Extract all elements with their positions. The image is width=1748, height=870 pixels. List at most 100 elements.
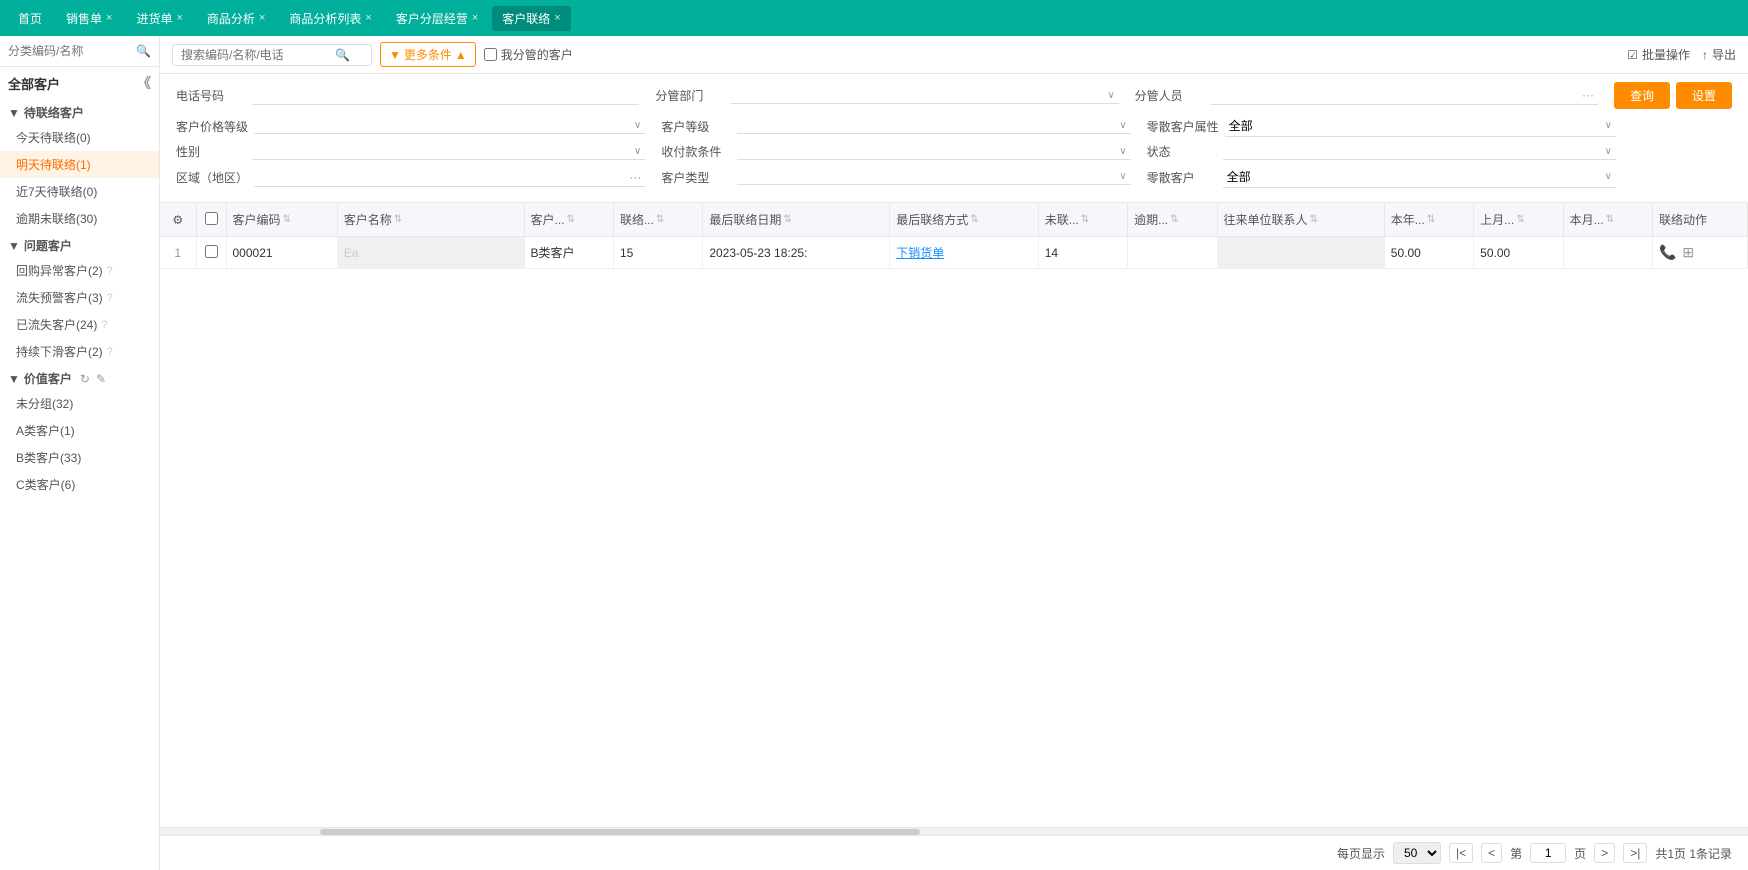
value-toggle-icon[interactable]: ▼ [8, 372, 20, 386]
first-page-btn[interactable]: |< [1449, 843, 1473, 863]
unit-sort-icon[interactable]: ⇅ [1310, 214, 1318, 225]
dept-select[interactable]: ∨ [731, 88, 1118, 104]
checkbox-icon: ☑ [1627, 48, 1638, 62]
col-checkbox[interactable] [196, 203, 226, 237]
overdue-sort-icon[interactable]: ⇅ [1170, 214, 1178, 225]
retail-attr-select[interactable]: 全部 ∨ [1225, 115, 1616, 137]
last-month-sort-icon[interactable]: ⇅ [1516, 214, 1524, 225]
contacts-sort-icon[interactable]: ⇅ [656, 214, 664, 225]
sidebar-item-abnormal[interactable]: 回购异常客户(2) ? [0, 257, 159, 284]
manager-label: 分管人员 [1135, 87, 1205, 104]
value-edit-icon[interactable]: ✎ [96, 372, 106, 386]
method-sort-icon[interactable]: ⇅ [970, 214, 978, 225]
cell-type: B类客户 [524, 237, 613, 269]
batch-op-btn[interactable]: ☑ 批量操作 [1627, 46, 1690, 63]
my-customers-checkbox[interactable] [484, 48, 497, 61]
sidebar-item-7days[interactable]: 近7天待联络(0) [0, 178, 159, 205]
value-refresh-icon[interactable]: ↻ [80, 372, 90, 386]
table-row: 1 000021 Ea B类客户 [160, 237, 1748, 269]
filter-search-icon[interactable]: 🔍 [335, 48, 350, 62]
filter-retail-attr: 零散客户属性 全部 ∨ [1147, 115, 1616, 137]
phone-input[interactable] [252, 86, 639, 105]
action-call-icon[interactable]: 📞 [1659, 244, 1676, 261]
uncontacted-sort-icon[interactable]: ⇅ [1081, 214, 1089, 225]
sidebar-search-input[interactable] [8, 44, 132, 58]
nav-home[interactable]: 首页 [8, 6, 52, 31]
nav-product-analysis[interactable]: 商品分析 × [197, 6, 275, 31]
sidebar-item-a-class[interactable]: A类客户(1) [0, 417, 159, 444]
filter-more-btn[interactable]: ▼ 更多条件 ▲ [380, 42, 476, 67]
filter-customer-type: 客户类型 ∨ [661, 169, 1130, 186]
sidebar-item-tomorrow[interactable]: 明天待联络(1) [0, 151, 159, 178]
sidebar-all-customers[interactable]: 全部客户 《 [0, 67, 159, 99]
query-button[interactable]: 查询 [1614, 82, 1670, 109]
sidebar-search-icon[interactable]: 🔍 [136, 44, 151, 58]
type-sort-icon[interactable]: ⇅ [567, 214, 575, 225]
price-level-select[interactable]: ∨ [254, 118, 645, 134]
next-page-btn[interactable]: > [1594, 843, 1615, 863]
page-label: 第 [1510, 845, 1522, 862]
horizontal-scrollbar[interactable] [160, 827, 1748, 835]
nav-customer-contact-close[interactable]: × [554, 12, 560, 24]
filter-payment: 收付款条件 ∨ [661, 143, 1130, 160]
payment-label: 收付款条件 [661, 143, 731, 160]
settings-button[interactable]: 设置 [1676, 82, 1732, 109]
dept-label: 分管部门 [655, 87, 725, 104]
col-contacts: 联络...⇅ [613, 203, 702, 237]
customer-level-select[interactable]: ∨ [737, 118, 1130, 134]
status-select[interactable]: ∨ [1223, 144, 1616, 160]
nav-purchase[interactable]: 进货单 × [126, 6, 192, 31]
code-sort-icon[interactable]: ⇅ [283, 214, 291, 225]
date-sort-icon[interactable]: ⇅ [783, 214, 791, 225]
action-more-icon[interactable]: ⊞ [1682, 244, 1694, 261]
cell-checkbox[interactable] [196, 237, 226, 269]
name-sort-icon[interactable]: ⇅ [394, 214, 402, 225]
manager-select[interactable]: ··· [1211, 86, 1598, 105]
year-sort-icon[interactable]: ⇅ [1427, 214, 1435, 225]
gender-label: 性别 [176, 143, 246, 160]
nav-product-list-close[interactable]: × [365, 12, 371, 24]
settings-icon[interactable]: ⚙ [172, 213, 183, 227]
col-last-contact-date: 最后联络日期⇅ [703, 203, 890, 237]
data-table: ⚙ 客户编码⇅ 客户名称⇅ 客户...⇅ [160, 203, 1748, 269]
sidebar-item-declining[interactable]: 持续下滑客户(2) ? [0, 338, 159, 365]
sidebar-item-b-class[interactable]: B类客户(33) [0, 444, 159, 471]
sidebar-item-ungrouped[interactable]: 未分组(32) [0, 390, 159, 417]
warning-hint-icon: ? [107, 292, 113, 304]
retail-customer-select[interactable]: 全部 ∨ [1223, 166, 1616, 188]
top-nav: 首页 销售单 × 进货单 × 商品分析 × 商品分析列表 × 客户分层经营 × … [0, 0, 1748, 36]
sidebar-item-overdue[interactable]: 逾期未联络(30) [0, 205, 159, 232]
cell-last-month: 50.00 [1474, 237, 1563, 269]
nav-sales[interactable]: 销售单 × [56, 6, 122, 31]
gender-select[interactable]: ∨ [252, 144, 645, 160]
nav-purchase-close[interactable]: × [176, 12, 182, 24]
col-settings[interactable]: ⚙ [160, 203, 196, 237]
filter-search-input[interactable] [181, 48, 331, 62]
pending-toggle-icon[interactable]: ▼ [8, 106, 20, 120]
my-customers-filter[interactable]: 我分管的客户 [484, 46, 573, 63]
nav-customer-tier-close[interactable]: × [472, 12, 478, 24]
region-select[interactable]: ··· [254, 168, 645, 187]
customer-type-select[interactable]: ∨ [737, 169, 1130, 185]
payment-select[interactable]: ∨ [737, 144, 1130, 160]
cell-overdue [1128, 237, 1217, 269]
nav-product-list[interactable]: 商品分析列表 × [279, 6, 381, 31]
sidebar-item-today[interactable]: 今天待联络(0) [0, 124, 159, 151]
this-month-sort-icon[interactable]: ⇅ [1606, 214, 1614, 225]
page-number-input[interactable] [1530, 843, 1566, 863]
nav-customer-tier[interactable]: 客户分层经营 × [386, 6, 488, 31]
select-all-checkbox[interactable] [205, 212, 218, 225]
per-page-select[interactable]: 50 [1393, 842, 1441, 864]
nav-customer-contact[interactable]: 客户联络 × [492, 6, 570, 31]
export-btn[interactable]: ↑ 导出 [1702, 46, 1736, 63]
sidebar-item-lost[interactable]: 已流失客户(24) ? [0, 311, 159, 338]
sidebar-item-warning[interactable]: 流失预警客户(3) ? [0, 284, 159, 311]
row-checkbox[interactable] [205, 245, 218, 258]
nav-sales-close[interactable]: × [106, 12, 112, 24]
prev-page-btn[interactable]: < [1481, 843, 1502, 863]
problem-toggle-icon[interactable]: ▼ [8, 239, 20, 253]
nav-product-analysis-close[interactable]: × [259, 12, 265, 24]
sidebar-item-c-class[interactable]: C类客户(6) [0, 471, 159, 498]
last-page-btn[interactable]: >| [1623, 843, 1647, 863]
scrollbar-thumb[interactable] [320, 829, 920, 835]
